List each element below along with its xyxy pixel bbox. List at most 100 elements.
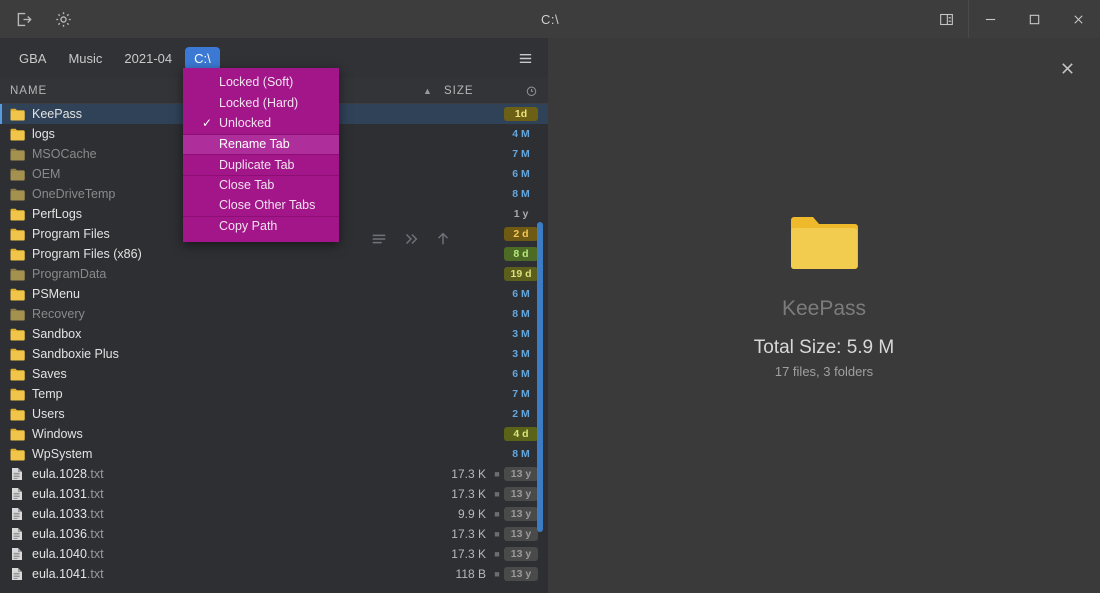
context-menu-item[interactable]: Close Tab <box>183 175 339 196</box>
preview-pane: KeePass Total Size: 5.9 M 17 files, 3 fo… <box>548 38 1100 593</box>
folder-icon <box>10 408 32 421</box>
folder-icon <box>10 368 32 381</box>
tab-2021-04[interactable]: 2021-04 <box>115 47 181 70</box>
folder-icon <box>10 148 32 161</box>
context-menu-item[interactable]: Locked (Soft) <box>183 72 339 93</box>
window-controls <box>924 0 1100 38</box>
file-manager-window: C:\ GBA Music 2021-04 C:\ <box>0 0 1100 593</box>
column-header-size[interactable]: SIZE <box>436 85 514 97</box>
close-button[interactable] <box>1056 0 1100 38</box>
file-row[interactable]: ProgramData19 d <box>0 264 548 284</box>
file-row[interactable]: eula.1036.txt17.3 K■13 y <box>0 524 548 544</box>
size-bar-indicator: ■ <box>490 509 504 519</box>
folder-icon <box>10 428 32 441</box>
file-row[interactable]: eula.1031.txt17.3 K■13 y <box>0 484 548 504</box>
context-menu-item[interactable]: ✓ Unlocked <box>183 113 339 134</box>
file-icon <box>10 527 32 541</box>
file-row[interactable]: Program Files (x86) 8 d <box>0 244 548 264</box>
file-size: 118 B <box>428 567 490 581</box>
folder-icon <box>10 248 32 261</box>
file-row[interactable]: eula.1041.txt118 B■13 y <box>0 564 548 584</box>
minimize-button[interactable] <box>968 0 1012 38</box>
file-icon <box>10 567 32 581</box>
file-row[interactable]: PSMenu6 M <box>0 284 548 304</box>
file-age-badge: 13 y <box>504 547 538 561</box>
file-name: Temp <box>32 387 428 401</box>
file-size: 17.3 K <box>428 467 490 481</box>
context-menu-item[interactable]: Rename Tab <box>183 134 339 155</box>
file-name: Program Files (x86) <box>32 247 428 261</box>
file-age-badge: 3 M <box>504 327 538 341</box>
file-name: eula.1031.txt <box>32 487 428 501</box>
file-row[interactable]: Temp7 M <box>0 384 548 404</box>
context-menu-item-label: Unlocked <box>219 116 271 130</box>
folder-icon <box>10 288 32 301</box>
file-row[interactable]: eula.1040.txt17.3 K■13 y <box>0 544 548 564</box>
size-bar-indicator: ■ <box>490 549 504 559</box>
folder-icon <box>10 268 32 281</box>
titlebar-left-icons <box>0 6 76 32</box>
clock-icon[interactable] <box>514 84 548 97</box>
gear-icon[interactable] <box>50 6 76 32</box>
title-bar: C:\ <box>0 0 1100 38</box>
context-menu-item[interactable]: Duplicate Tab <box>183 154 339 175</box>
sort-ascending-icon[interactable]: ▲ <box>420 86 436 96</box>
context-menu-item[interactable]: Close Other Tabs <box>183 195 339 216</box>
preview-content: KeePass Total Size: 5.9 M 17 files, 3 fo… <box>548 38 1100 593</box>
file-icon <box>10 547 32 561</box>
file-age-badge: 4 M <box>504 127 538 141</box>
file-icon <box>10 467 32 481</box>
file-size: 17.3 K <box>428 547 490 561</box>
file-age-badge: 8 M <box>504 447 538 461</box>
hamburger-menu-icon[interactable] <box>512 45 538 71</box>
folder-icon <box>10 228 32 241</box>
maximize-button[interactable] <box>1012 0 1056 38</box>
tab-music[interactable]: Music <box>59 47 111 70</box>
preview-item-counts: 17 files, 3 folders <box>775 364 873 379</box>
folder-icon <box>10 188 32 201</box>
file-row[interactable]: Saves6 M <box>0 364 548 384</box>
file-row[interactable]: Sandbox3 M <box>0 324 548 344</box>
preview-total-size: Total Size: 5.9 M <box>754 337 894 359</box>
size-bar-indicator: ■ <box>490 569 504 579</box>
file-icon <box>10 507 32 521</box>
tab-gba[interactable]: GBA <box>10 47 55 70</box>
context-menu-item[interactable]: Locked (Hard) <box>183 93 339 114</box>
file-row[interactable]: Recovery 8 M <box>0 304 548 324</box>
file-name: Users <box>32 407 428 421</box>
file-row[interactable]: Sandboxie Plus3 M <box>0 344 548 364</box>
file-age-badge: 13 y <box>504 487 538 501</box>
file-age-badge: 19 d <box>504 267 538 281</box>
file-age-badge: 13 y <box>504 567 538 581</box>
file-row[interactable]: eula.1033.txt9.9 K■13 y <box>0 504 548 524</box>
file-age-badge: 8 d <box>504 247 538 261</box>
context-menu-item-label: Copy Path <box>219 219 277 233</box>
file-age-badge: 8 M <box>504 307 538 321</box>
context-menu-item[interactable]: Copy Path <box>183 216 339 237</box>
file-age-badge: 2 M <box>504 407 538 421</box>
file-age-badge: 1 y <box>504 207 538 221</box>
file-name: eula.1033.txt <box>32 507 428 521</box>
vertical-scrollbar-thumb[interactable] <box>537 222 543 532</box>
check-icon: ✓ <box>202 116 212 130</box>
toggle-preview-pane-button[interactable] <box>924 0 968 38</box>
file-age-badge: 3 M <box>504 347 538 361</box>
file-row[interactable]: Users 2 M <box>0 404 548 424</box>
file-age-badge: 2 d <box>504 227 538 241</box>
file-age-badge: 13 y <box>504 467 538 481</box>
exit-icon[interactable] <box>10 6 36 32</box>
folder-icon <box>10 128 32 141</box>
tab-context-menu[interactable]: Locked (Soft)Locked (Hard) ✓ Unlocked Renam… <box>183 68 339 242</box>
file-name: eula.1036.txt <box>32 527 428 541</box>
tab-c-drive[interactable]: C:\ <box>185 47 220 70</box>
file-name: Recovery <box>32 307 428 321</box>
folder-icon <box>10 348 32 361</box>
file-age-badge: 6 M <box>504 367 538 381</box>
file-row[interactable]: eula.1028.txt17.3 K■13 y <box>0 464 548 484</box>
size-bar-indicator: ■ <box>490 469 504 479</box>
file-row[interactable]: Windows4 d <box>0 424 548 444</box>
file-age-badge: 6 M <box>504 287 538 301</box>
context-menu-item-label: Close Tab <box>219 178 274 192</box>
file-row[interactable]: WpSystem8 M <box>0 444 548 464</box>
file-size: 17.3 K <box>428 487 490 501</box>
